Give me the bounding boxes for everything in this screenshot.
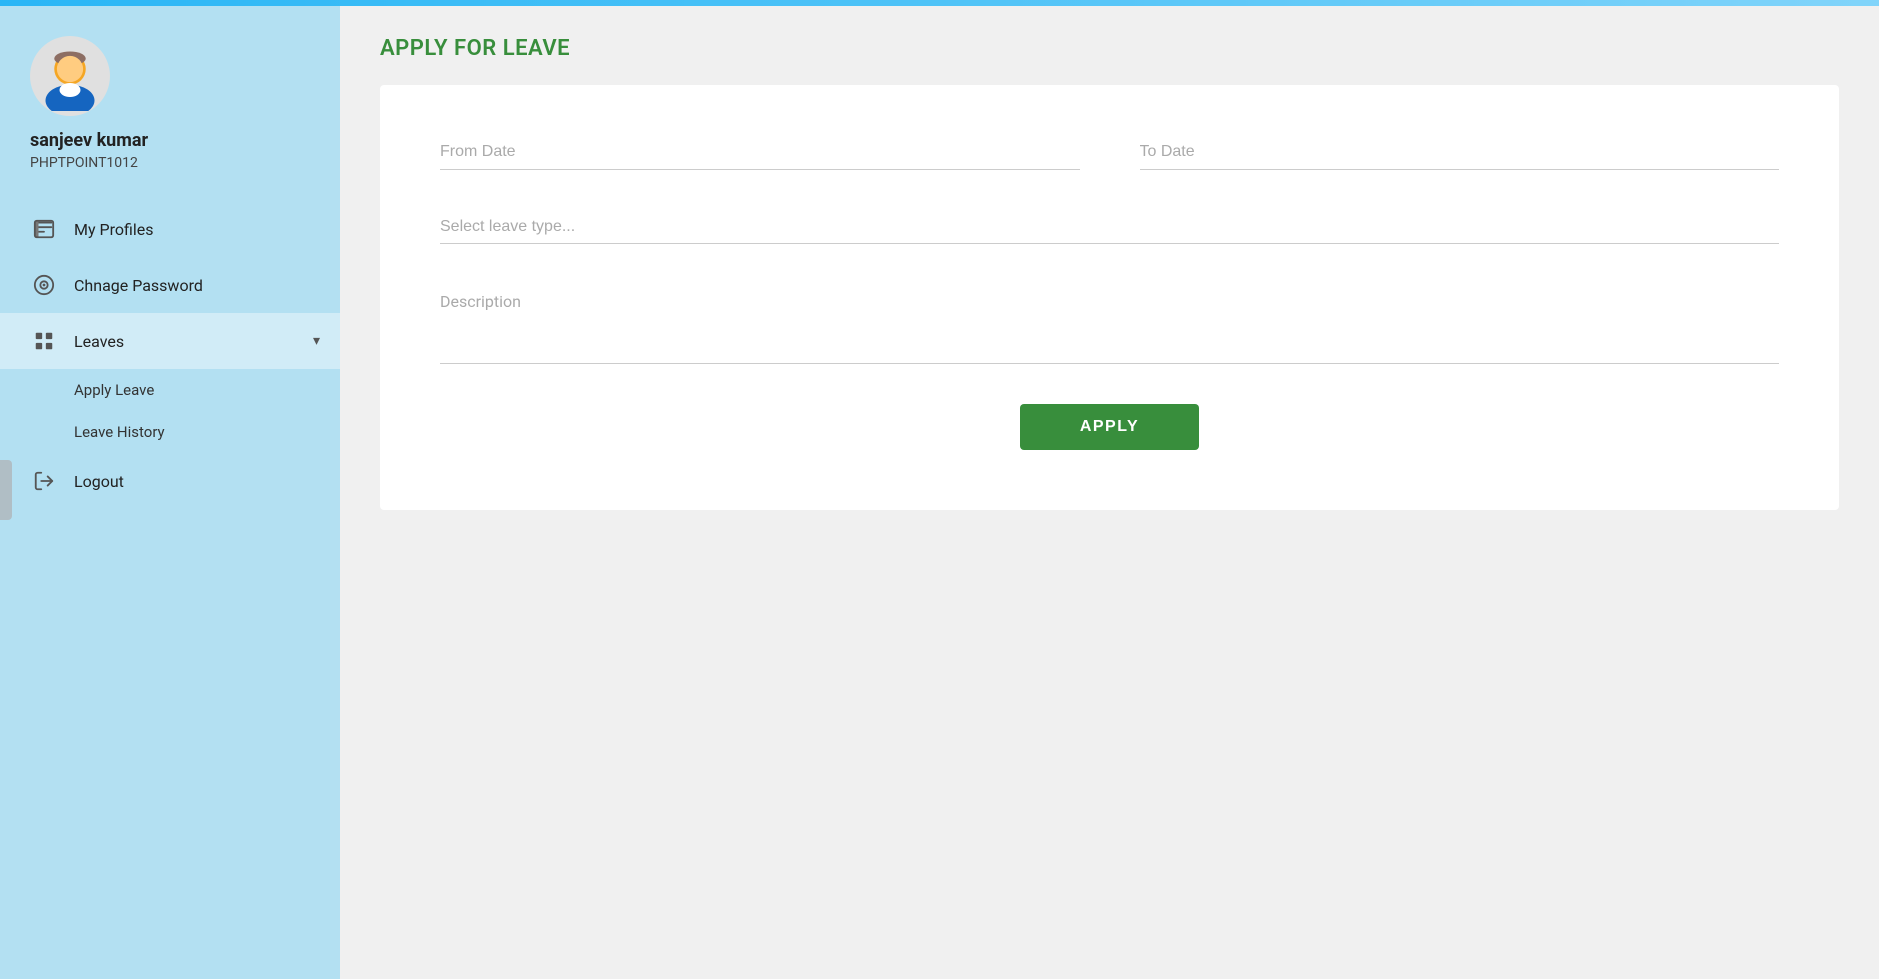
- leaves-label: Leaves: [74, 332, 313, 351]
- leave-type-row: Select leave type...: [440, 210, 1779, 244]
- sidebar-navigation: My Profiles Chnage Password: [0, 201, 340, 509]
- grid-icon: [30, 327, 58, 355]
- sidebar-item-logout[interactable]: Logout: [0, 453, 340, 509]
- avatar: [30, 36, 110, 116]
- apply-button[interactable]: APPLY: [1020, 404, 1199, 450]
- leave-history-label: Leave History: [74, 423, 165, 441]
- my-profiles-label: My Profiles: [74, 220, 320, 239]
- from-date-group: [440, 135, 1080, 170]
- description-row: [440, 284, 1779, 364]
- left-tab-handle[interactable]: [0, 460, 12, 520]
- description-group: [440, 284, 1779, 364]
- to-date-group: [1140, 135, 1780, 170]
- logout-icon: [30, 467, 58, 495]
- description-textarea[interactable]: [440, 284, 1779, 364]
- change-password-label: Chnage Password: [74, 276, 320, 295]
- page-title: APPLY FOR LEAVE: [380, 36, 1839, 61]
- lock-icon: [30, 271, 58, 299]
- to-date-input[interactable]: [1140, 135, 1780, 170]
- logout-label: Logout: [74, 472, 320, 491]
- sidebar-item-apply-leave[interactable]: Apply Leave: [0, 369, 340, 411]
- leave-type-select[interactable]: Select leave type...: [440, 210, 1779, 244]
- sidebar-item-leave-history[interactable]: Leave History: [0, 411, 340, 453]
- form-actions: APPLY: [440, 404, 1779, 450]
- user-name: sanjeev kumar: [30, 130, 148, 151]
- sidebar: sanjeev kumar PHPTPOINT1012 My Profiles: [0, 6, 340, 979]
- apply-leave-form-card: Select leave type... APPLY: [380, 85, 1839, 510]
- main-content: APPLY FOR LEAVE Select leave type...: [340, 6, 1879, 979]
- leave-type-group: Select leave type...: [440, 210, 1779, 244]
- date-row: [440, 135, 1779, 170]
- person-icon: [30, 215, 58, 243]
- apply-leave-label: Apply Leave: [74, 381, 154, 399]
- sidebar-item-change-password[interactable]: Chnage Password: [0, 257, 340, 313]
- user-section: sanjeev kumar PHPTPOINT1012: [0, 6, 340, 191]
- from-date-input[interactable]: [440, 135, 1080, 170]
- user-id: PHPTPOINT1012: [30, 155, 138, 171]
- sidebar-item-leaves[interactable]: Leaves ▾: [0, 313, 340, 369]
- chevron-down-icon: ▾: [313, 333, 320, 349]
- sidebar-item-my-profiles[interactable]: My Profiles: [0, 201, 340, 257]
